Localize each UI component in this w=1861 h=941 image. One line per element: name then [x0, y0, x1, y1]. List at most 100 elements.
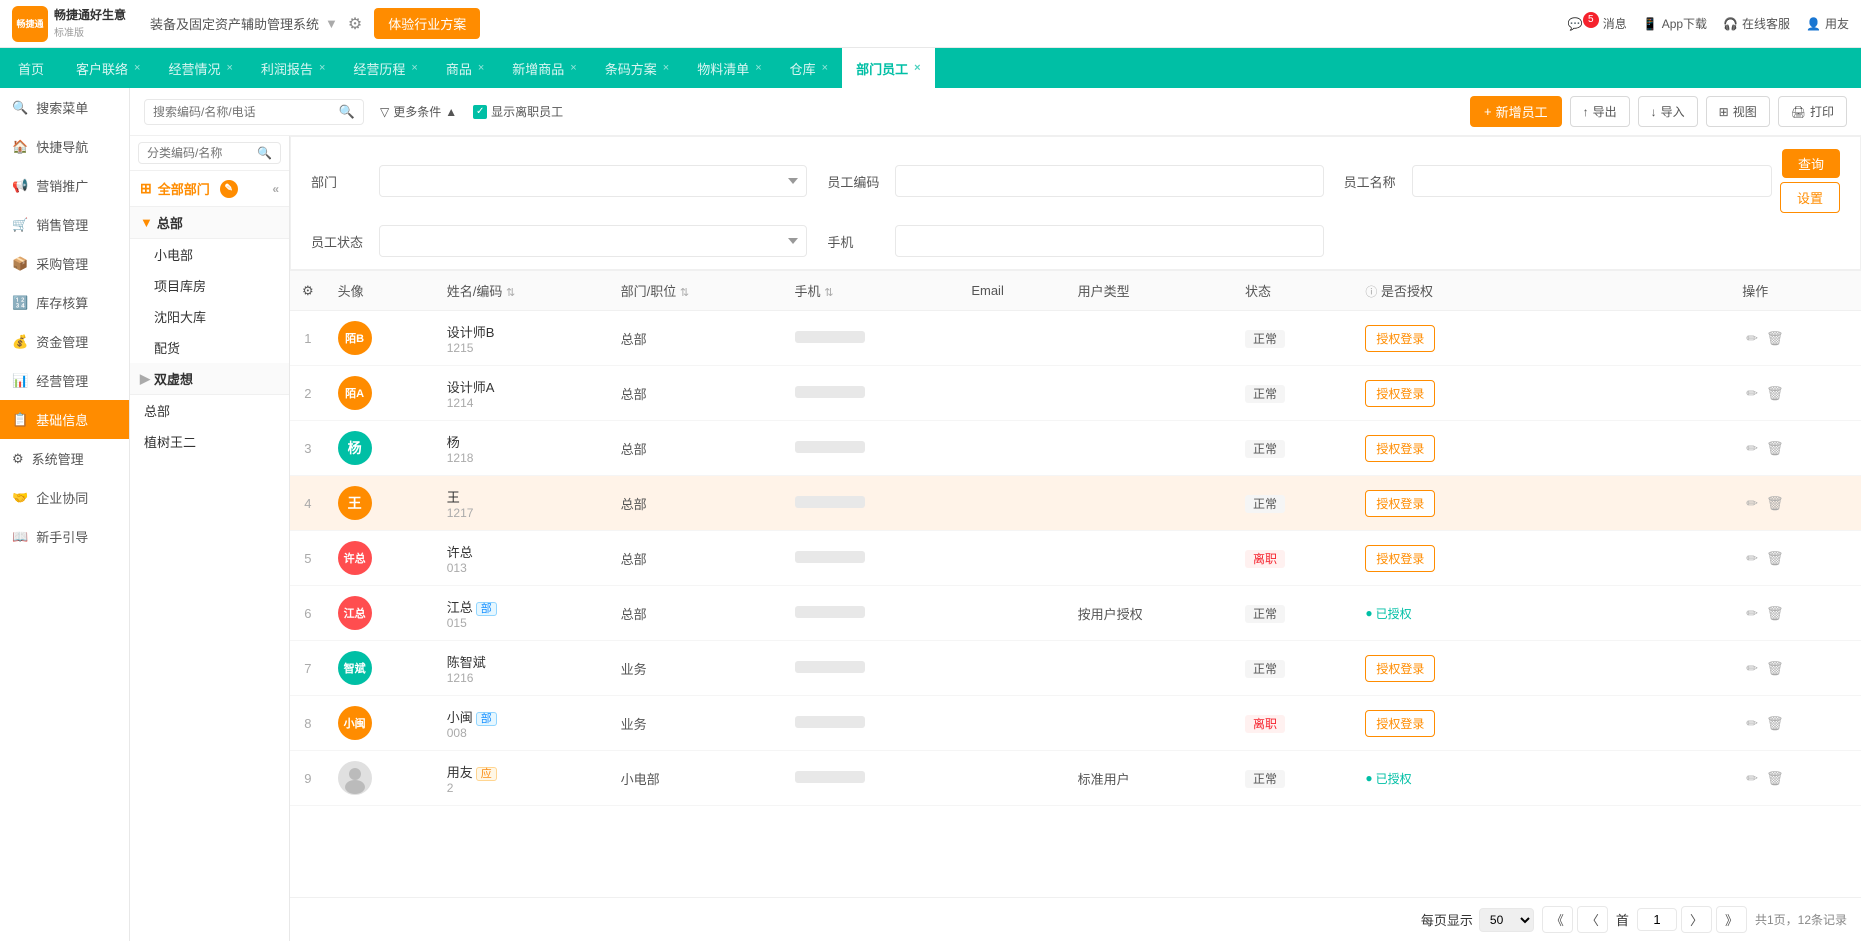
tab-bom-close[interactable]: ×	[755, 62, 761, 74]
message-btn[interactable]: 💬 5 消息	[1568, 15, 1627, 32]
auth-login-btn[interactable]: 授权登录	[1365, 435, 1435, 462]
sidebar-item-purchase[interactable]: 📦 采购管理	[0, 244, 129, 283]
edit-btn[interactable]: ✏	[1742, 438, 1762, 459]
col-name-code[interactable]: 姓名/编码 ⇅	[435, 271, 609, 311]
user-btn[interactable]: 👤 用友	[1806, 15, 1849, 32]
delete-btn[interactable]: 🗑	[1762, 713, 1788, 734]
adv-filter-empcode-input[interactable]	[895, 165, 1323, 197]
add-employee-btn[interactable]: + 新增员工	[1470, 96, 1562, 127]
next-page-btn[interactable]: 〉	[1681, 906, 1712, 933]
tab-bom[interactable]: 物料清单×	[683, 48, 775, 88]
per-page-select[interactable]: 50 100	[1479, 908, 1534, 932]
delete-btn[interactable]: 🗑	[1762, 493, 1788, 514]
tab-dept-staff-close[interactable]: ×	[914, 62, 920, 74]
dept-item-zhishu[interactable]: 植树王二	[130, 426, 289, 457]
export-btn[interactable]: ↑ 导出	[1570, 96, 1630, 127]
settings-icon[interactable]: ⚙	[348, 14, 362, 34]
auth-login-btn[interactable]: 授权登录	[1365, 655, 1435, 682]
edit-btn[interactable]: ✏	[1742, 603, 1762, 624]
adv-filter-phone-input[interactable]	[895, 225, 1323, 257]
delete-btn[interactable]: 🗑	[1762, 383, 1788, 404]
auth-login-btn[interactable]: 授权登录	[1365, 380, 1435, 407]
online-service-btn[interactable]: 🎧 在线客服	[1723, 15, 1790, 32]
show-resigned-checkbox[interactable]: ✓	[473, 105, 487, 119]
auth-login-btn[interactable]: 授权登录	[1365, 325, 1435, 352]
tab-profit-close[interactable]: ×	[319, 62, 325, 74]
adv-filter-dept-select[interactable]	[379, 165, 807, 197]
show-resigned-toggle[interactable]: ✓ 显示离职员工	[473, 103, 563, 120]
tab-warehouse-close[interactable]: ×	[822, 62, 828, 74]
delete-btn[interactable]: 🗑	[1762, 768, 1788, 789]
dept-search-icon[interactable]: 🔍	[257, 146, 272, 160]
dept-item-shenyang[interactable]: 沈阳大库	[130, 301, 289, 332]
dept-all-item[interactable]: ⊞ 全部部门 ✎ «	[130, 171, 289, 207]
col-dept-position[interactable]: 部门/职位 ⇅	[609, 271, 783, 311]
dept-item-zongbu[interactable]: 总部	[130, 395, 289, 426]
tab-operation-close[interactable]: ×	[226, 62, 232, 74]
sidebar-item-inventory[interactable]: 🔢 库存核算	[0, 283, 129, 322]
tab-new-goods-close[interactable]: ×	[570, 62, 576, 74]
sidebar-item-guide[interactable]: 📖 新手引导	[0, 517, 129, 556]
delete-btn[interactable]: 🗑	[1762, 438, 1788, 459]
auth-login-btn[interactable]: 授权登录	[1365, 710, 1435, 737]
col-phone[interactable]: 手机 ⇅	[783, 271, 960, 311]
sidebar-item-operation[interactable]: 📊 经营管理	[0, 361, 129, 400]
dept-search-input[interactable]	[147, 146, 257, 160]
dept-group-hq[interactable]: ▼ 总部	[130, 207, 289, 239]
edit-btn[interactable]: ✏	[1742, 768, 1762, 789]
tab-customer[interactable]: 客户联络×	[62, 48, 154, 88]
first-page-btn[interactable]: 《	[1542, 906, 1573, 933]
tab-new-goods[interactable]: 新增商品×	[498, 48, 590, 88]
tab-goods[interactable]: 商品×	[432, 48, 498, 88]
sidebar-item-sales[interactable]: 🛒 销售管理	[0, 205, 129, 244]
dept-item-xiaodianbu[interactable]: 小电部	[130, 239, 289, 270]
sidebar-item-basic[interactable]: 📋 基础信息	[0, 400, 129, 439]
tab-dept-staff[interactable]: 部门员工×	[842, 48, 934, 88]
edit-btn[interactable]: ✏	[1742, 713, 1762, 734]
auth-login-btn[interactable]: 授权登录	[1365, 545, 1435, 572]
dept-item-xiangmu[interactable]: 项目库房	[130, 270, 289, 301]
prev-page-btn[interactable]: 〈	[1577, 906, 1608, 933]
sidebar-search[interactable]: 🔍 搜索菜单	[0, 88, 129, 127]
system-dropdown-icon[interactable]: ▼	[325, 16, 338, 31]
delete-btn[interactable]: 🗑	[1762, 658, 1788, 679]
sidebar-item-finance[interactable]: 💰 资金管理	[0, 322, 129, 361]
dept-item-peihuo[interactable]: 配货	[130, 332, 289, 363]
edit-btn[interactable]: ✏	[1742, 548, 1762, 569]
adv-filter-empname-input[interactable]	[1412, 165, 1772, 197]
edit-btn[interactable]: ✏	[1742, 383, 1762, 404]
adv-filter-status-select[interactable]	[379, 225, 807, 257]
print-btn[interactable]: 🖨 打印	[1778, 96, 1847, 127]
sidebar-item-marketing[interactable]: 📢 营销推广	[0, 166, 129, 205]
col-settings[interactable]: ⚙	[290, 271, 326, 311]
import-btn[interactable]: ↓ 导入	[1638, 96, 1698, 127]
tab-history[interactable]: 经营历程×	[339, 48, 431, 88]
search-box[interactable]: 🔍	[144, 99, 364, 125]
delete-btn[interactable]: 🗑	[1762, 548, 1788, 569]
dept-group-shuang[interactable]: ▶ 双虚想	[130, 363, 289, 395]
last-page-btn[interactable]: 》	[1716, 906, 1747, 933]
sidebar-item-collab[interactable]: 🤝 企业协同	[0, 478, 129, 517]
tab-goods-close[interactable]: ×	[478, 62, 484, 74]
tab-home[interactable]: 首页	[0, 48, 62, 88]
sidebar-item-shortcuts[interactable]: 🏠 快捷导航	[0, 127, 129, 166]
sidebar-item-system[interactable]: ⚙ 系统管理	[0, 439, 129, 478]
app-download-btn[interactable]: 📱 App下载	[1643, 15, 1707, 32]
search-submit-icon[interactable]: 🔍	[339, 104, 355, 120]
tab-warehouse[interactable]: 仓库×	[776, 48, 842, 88]
page-input[interactable]	[1637, 908, 1677, 931]
dept-collapse-icon[interactable]: «	[272, 182, 279, 196]
delete-btn[interactable]: 🗑	[1762, 603, 1788, 624]
more-conditions-btn[interactable]: ▽ 更多条件 ▲	[372, 99, 465, 124]
edit-btn[interactable]: ✏	[1742, 328, 1762, 349]
auth-info-icon[interactable]: ⓘ	[1365, 285, 1377, 299]
tab-history-close[interactable]: ×	[411, 62, 417, 74]
set-btn[interactable]: 设置	[1780, 182, 1840, 213]
view-btn[interactable]: ⊞ 视图	[1706, 96, 1770, 127]
try-btn[interactable]: 体验行业方案	[374, 8, 480, 39]
edit-btn[interactable]: ✏	[1742, 658, 1762, 679]
delete-btn[interactable]: 🗑	[1762, 328, 1788, 349]
tab-barcode-close[interactable]: ×	[663, 62, 669, 74]
tab-customer-close[interactable]: ×	[134, 62, 140, 74]
query-btn[interactable]: 查询	[1782, 149, 1840, 178]
